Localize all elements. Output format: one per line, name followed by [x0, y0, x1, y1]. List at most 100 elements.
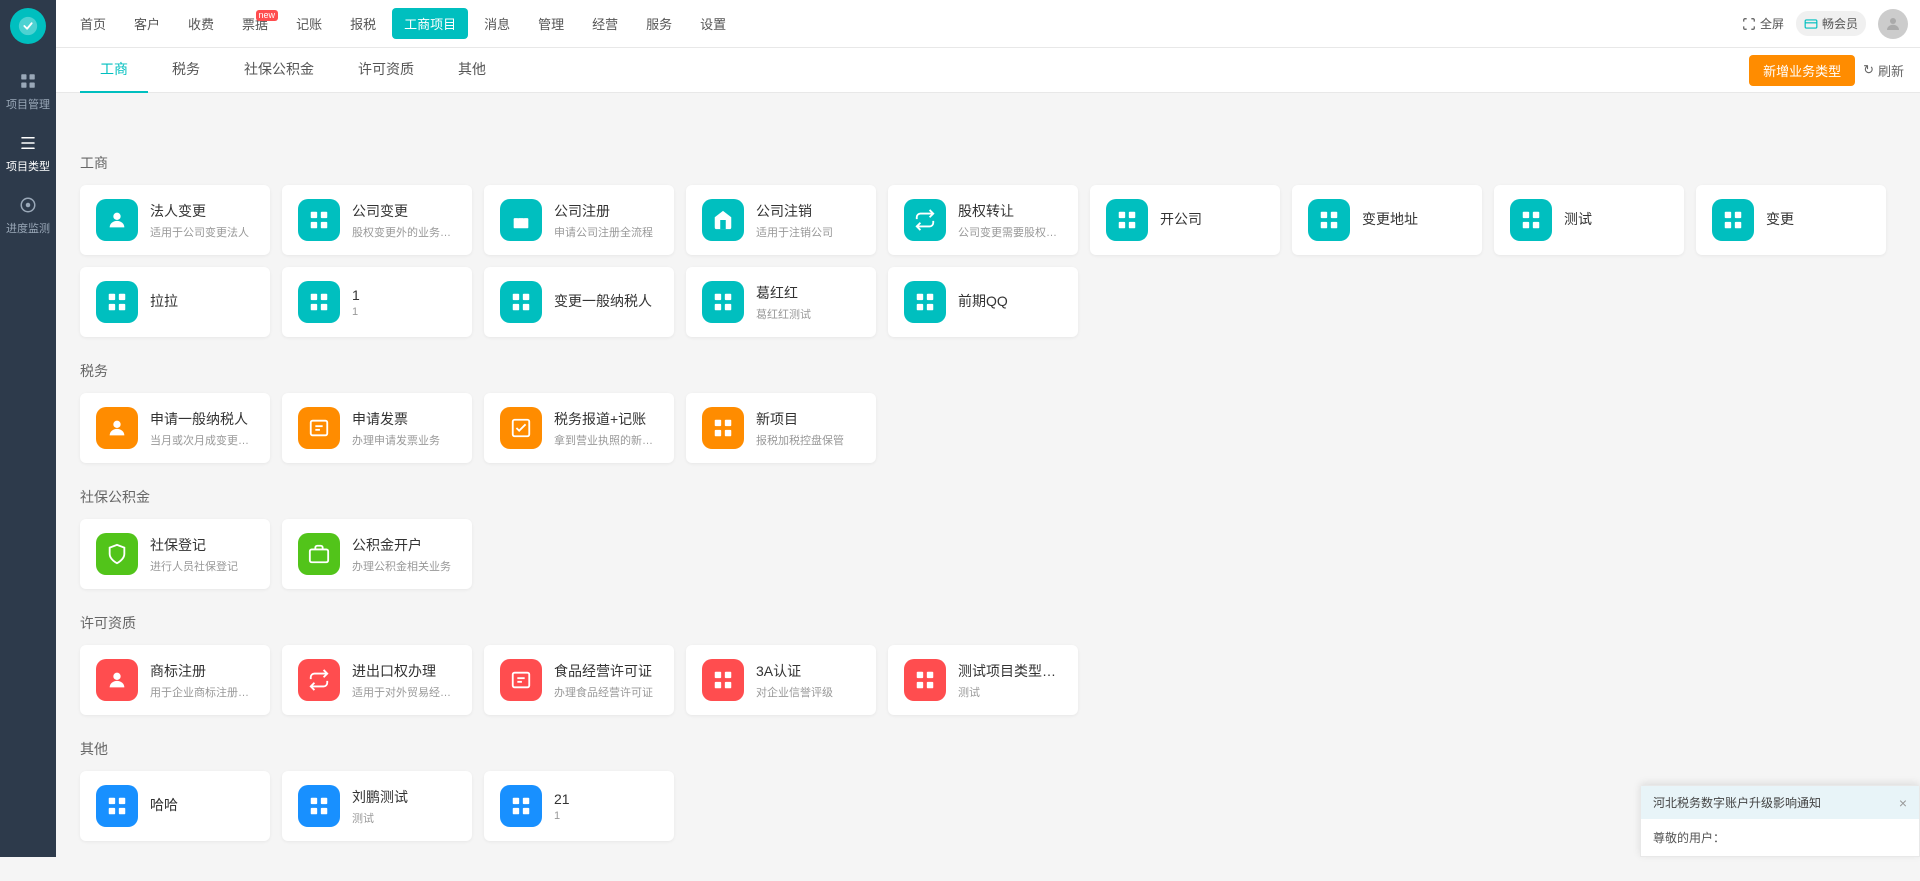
- card-icon-open-company: [1106, 199, 1148, 241]
- card-icon-fund-account: [298, 533, 340, 575]
- card-haha[interactable]: 哈哈: [80, 771, 270, 841]
- card-title-trademark: 商标注册: [150, 661, 254, 681]
- section-title-tax: 税务: [80, 361, 1896, 381]
- card-new-project[interactable]: 新项目 报税加税控盘保管: [686, 393, 876, 463]
- card-title-liupeng: 刘鹏测试: [352, 787, 456, 807]
- card-mahonghong[interactable]: 葛红红 葛红红测试: [686, 267, 876, 337]
- new-type-button[interactable]: 新增业务类型: [1749, 55, 1855, 86]
- card-sub-company-register: 申请公司注册全流程: [554, 224, 658, 240]
- card-trademark[interactable]: 商标注册 用于企业商标注册服务: [80, 645, 270, 715]
- card-company-cancel[interactable]: 公司注销 适用于注销公司: [686, 185, 876, 255]
- tab-license[interactable]: 许可资质: [338, 47, 434, 93]
- card-test[interactable]: 测试: [1494, 185, 1684, 255]
- card-lala[interactable]: 拉拉: [80, 267, 270, 337]
- card-open-company[interactable]: 开公司: [1090, 185, 1280, 255]
- notification-body-text: 尊敬的用户：: [1653, 831, 1725, 845]
- card-icon-trademark: [96, 659, 138, 701]
- card-title-haha: 哈哈: [150, 795, 254, 815]
- card-title-twenty-one: 21: [554, 791, 658, 807]
- card-change-taxpayer[interactable]: 变更一般纳税人: [484, 267, 674, 337]
- refresh-button[interactable]: ↻ 刷新: [1863, 61, 1904, 80]
- card-icon-lala: [96, 281, 138, 323]
- card-icon-change-taxpayer: [500, 281, 542, 323]
- card-icon-legal-change: [96, 199, 138, 241]
- card-apply-taxpayer[interactable]: 申请一般纳税人 当月或次月成变更完成: [80, 393, 270, 463]
- notification-title: 河北税务数字账户升级影响通知: [1653, 794, 1821, 811]
- tab-social[interactable]: 社保公积金: [224, 47, 334, 93]
- nav-settings[interactable]: 设置: [688, 8, 738, 39]
- notification-popup: 河北税务数字账户升级影响通知 × 尊敬的用户：: [1640, 785, 1920, 857]
- card-one[interactable]: 1 1: [282, 267, 472, 337]
- grid-icon: [17, 70, 39, 92]
- fullscreen-button[interactable]: 全屏: [1742, 15, 1784, 32]
- card-apply-invoice[interactable]: 申请发票 办理申请发票业务: [282, 393, 472, 463]
- tab-industry[interactable]: 工商: [80, 47, 148, 93]
- section-title-social: 社保公积金: [80, 487, 1896, 507]
- card-sub-test-type: 测试: [958, 684, 1062, 700]
- notification-close-button[interactable]: ×: [1899, 795, 1907, 811]
- cards-social: 社保登记 进行人员社保登记 公积金开户 办理公积金相关业务: [80, 519, 1896, 589]
- sidebar-item-progress[interactable]: 进度监测: [0, 184, 56, 246]
- monitor-icon: [17, 194, 39, 216]
- card-sub-trademark: 用于企业商标注册服务: [150, 684, 254, 700]
- card-title-one: 1: [352, 287, 456, 303]
- sidebar-item-project-type[interactable]: 项目类型: [0, 122, 56, 184]
- card-icon-new-project: [702, 407, 744, 449]
- nav-industry[interactable]: 工商项目: [392, 8, 468, 39]
- nav-accounting[interactable]: 记账: [284, 8, 334, 39]
- content-area: 工商 法人变更 适用于公司变更法人: [56, 137, 1920, 881]
- card-icon-test: [1510, 199, 1552, 241]
- top-nav: 首页 客户 收费 票据 new 记账 报税 工商项目 消息 管理 经营 服务 设…: [56, 0, 1920, 48]
- member-label: 畅会员: [1822, 15, 1858, 32]
- card-title-3a-cert: 3A认证: [756, 661, 860, 681]
- card-title-open-company: 开公司: [1160, 209, 1264, 229]
- nav-collection[interactable]: 收费: [176, 8, 226, 39]
- nav-service[interactable]: 服务: [634, 8, 684, 39]
- card-icon-company-cancel: [702, 199, 744, 241]
- section-title-other: 其他: [80, 739, 1896, 759]
- nav-invoice[interactable]: 票据 new: [230, 8, 280, 39]
- card-icon-import-export: [298, 659, 340, 701]
- card-sub-equity-transfer: 公司变更需要股权转让: [958, 224, 1062, 240]
- card-social-register[interactable]: 社保登记 进行人员社保登记: [80, 519, 270, 589]
- nav-tax[interactable]: 报税: [338, 8, 388, 39]
- card-icon-apply-invoice: [298, 407, 340, 449]
- sidebar-label-project-manage: 项目管理: [6, 96, 50, 112]
- card-import-export[interactable]: 进出口权办理 适用于对外贸易经营者: [282, 645, 472, 715]
- logo: [10, 8, 46, 44]
- card-food-license[interactable]: 食品经营许可证 办理食品经营许可证: [484, 645, 674, 715]
- card-twenty-one[interactable]: 21 1: [484, 771, 674, 841]
- section-license: 许可资质 商标注册 用于企业商标注册服务 进出口权办理: [80, 613, 1896, 715]
- avatar[interactable]: [1878, 9, 1908, 39]
- card-tax-report-accounting[interactable]: 税务报道+记账 拿到营业执照的新公司: [484, 393, 674, 463]
- card-title-food-license: 食品经营许可证: [554, 661, 658, 681]
- nav-management[interactable]: 管理: [526, 8, 576, 39]
- card-fund-account[interactable]: 公积金开户 办理公积金相关业务: [282, 519, 472, 589]
- tab-tax[interactable]: 税务: [152, 47, 220, 93]
- card-icon-one: [298, 281, 340, 323]
- card-equity-transfer[interactable]: 股权转让 公司变更需要股权转让: [888, 185, 1078, 255]
- nav-message[interactable]: 消息: [472, 8, 522, 39]
- nav-home[interactable]: 首页: [68, 8, 118, 39]
- card-icon-previous-qq: [904, 281, 946, 323]
- nav-customer[interactable]: 客户: [122, 8, 172, 39]
- card-title-new-project: 新项目: [756, 409, 860, 429]
- sidebar-item-project-manage[interactable]: 项目管理: [0, 60, 56, 122]
- tab-other[interactable]: 其他: [438, 47, 506, 93]
- card-title-test: 测试: [1564, 209, 1668, 229]
- card-3a-cert[interactable]: 3A认证 对企业信誉评级: [686, 645, 876, 715]
- card-title-change-taxpayer: 变更一般纳税人: [554, 291, 658, 311]
- card-change-address[interactable]: 变更地址: [1292, 185, 1482, 255]
- card-company-register[interactable]: 公司注册 申请公司注册全流程: [484, 185, 674, 255]
- member-button[interactable]: 畅会员: [1796, 11, 1866, 36]
- card-liupeng[interactable]: 刘鹏测试 测试: [282, 771, 472, 841]
- card-icon-test-type: [904, 659, 946, 701]
- card-legal-change[interactable]: 法人变更 适用于公司变更法人: [80, 185, 270, 255]
- card-company-change[interactable]: 公司变更 股权变更外的业务变更: [282, 185, 472, 255]
- card-icon-company-register: [500, 199, 542, 241]
- card-test-type[interactable]: 测试项目类型自定义 测试: [888, 645, 1078, 715]
- nav-operation[interactable]: 经营: [580, 8, 630, 39]
- card-change[interactable]: 变更: [1696, 185, 1886, 255]
- card-previous-qq[interactable]: 前期QQ: [888, 267, 1078, 337]
- card-title-apply-invoice: 申请发票: [352, 409, 456, 429]
